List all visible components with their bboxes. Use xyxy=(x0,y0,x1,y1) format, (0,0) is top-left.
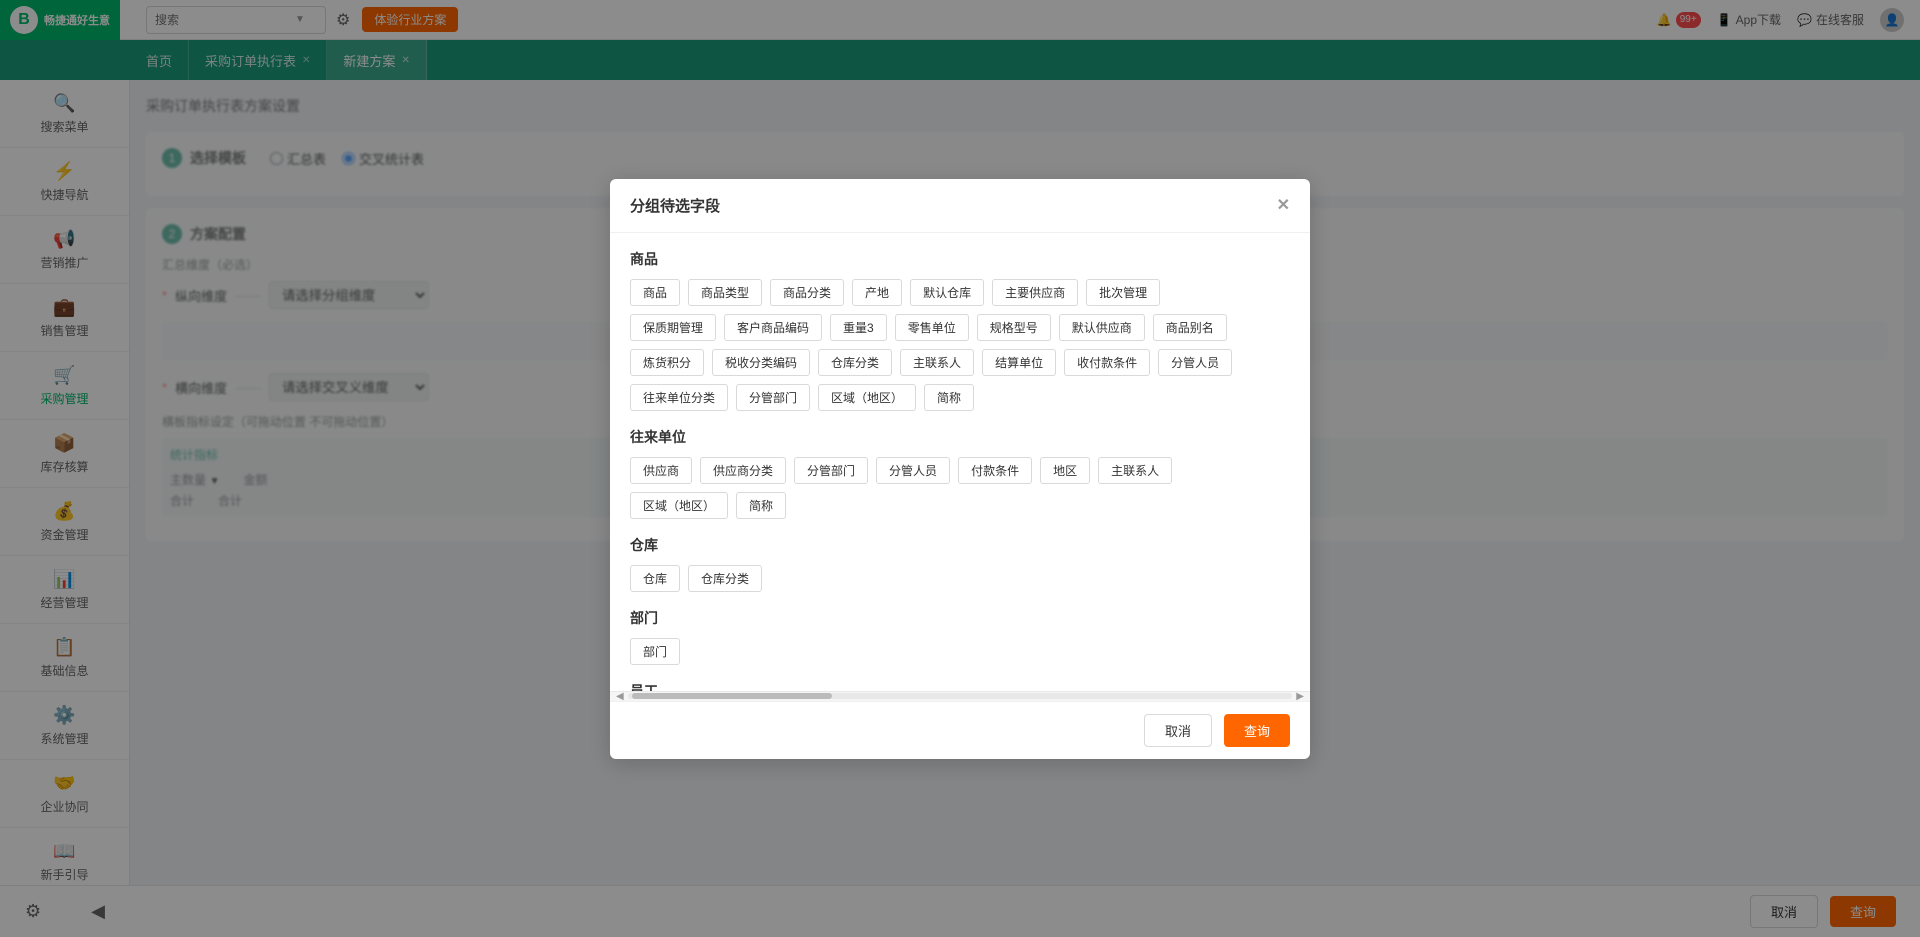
field-spec-model[interactable]: 规格型号 xyxy=(977,314,1051,341)
modal-cancel-btn[interactable]: 取消 xyxy=(1144,714,1212,747)
field-payment-terms[interactable]: 收付款条件 xyxy=(1064,349,1150,376)
h-scroll-track xyxy=(628,693,1293,699)
field-person-in-charge[interactable]: 分管人员 xyxy=(1158,349,1232,376)
section-goods-fields-3: 炼货积分 税收分类编码 仓库分类 主联系人 结算单位 收付款条件 分管人员 xyxy=(630,349,1290,376)
field-warehouse[interactable]: 仓库 xyxy=(630,565,680,592)
section-counterpart-title: 往来单位 xyxy=(630,427,1290,447)
section-dept-title: 部门 xyxy=(630,608,1290,628)
section-goods-fields-2: 保质期管理 客户商品编码 重量3 零售单位 规格型号 默认供应商 商品别名 xyxy=(630,314,1290,341)
modal-footer: 取消 查询 xyxy=(610,701,1310,759)
section-goods-title: 商品 xyxy=(630,249,1290,269)
field-retail-unit[interactable]: 零售单位 xyxy=(895,314,969,341)
field-origin[interactable]: 产地 xyxy=(852,279,902,306)
field-supplier[interactable]: 供应商 xyxy=(630,457,692,484)
field-supplier-category[interactable]: 供应商分类 xyxy=(700,457,786,484)
modal-confirm-btn[interactable]: 查询 xyxy=(1224,714,1290,747)
field-person-manage[interactable]: 分管人员 xyxy=(876,457,950,484)
section-employee-title: 员工 xyxy=(630,681,1290,691)
field-main-supplier[interactable]: 主要供应商 xyxy=(992,279,1078,306)
field-expiry-mgmt[interactable]: 保质期管理 xyxy=(630,314,716,341)
field-counterpart-category[interactable]: 往来单位分类 xyxy=(630,384,728,411)
field-goods[interactable]: 商品 xyxy=(630,279,680,306)
field-goods-type[interactable]: 商品类型 xyxy=(688,279,762,306)
h-scroll-thumb[interactable] xyxy=(632,693,832,699)
field-customer-code[interactable]: 客户商品编码 xyxy=(724,314,822,341)
field-goods-alias[interactable]: 商品别名 xyxy=(1153,314,1227,341)
field-short-name-2[interactable]: 简称 xyxy=(736,492,786,519)
field-main-contact[interactable]: 主联系人 xyxy=(900,349,974,376)
field-short-name[interactable]: 简称 xyxy=(924,384,974,411)
modal-header: 分组待选字段 ✕ xyxy=(610,179,1310,233)
field-settlement-unit[interactable]: 结算单位 xyxy=(982,349,1056,376)
field-default-supplier[interactable]: 默认供应商 xyxy=(1059,314,1145,341)
field-main-contact-2[interactable]: 主联系人 xyxy=(1098,457,1172,484)
field-payment-cond[interactable]: 付款条件 xyxy=(958,457,1032,484)
field-region-area[interactable]: 区域（地区） xyxy=(818,384,916,411)
field-dept-in-charge[interactable]: 分管部门 xyxy=(736,384,810,411)
field-region[interactable]: 地区 xyxy=(1040,457,1090,484)
modal-horizontal-scrollbar[interactable]: ◀ ▶ xyxy=(610,691,1310,701)
field-weight3[interactable]: 重量3 xyxy=(830,314,887,341)
section-goods-fields-4: 往来单位分类 分管部门 区域（地区） 简称 xyxy=(630,384,1290,411)
section-dept-fields: 部门 xyxy=(630,638,1290,665)
section-counterpart-fields: 供应商 供应商分类 分管部门 分管人员 付款条件 地区 主联系人 xyxy=(630,457,1290,484)
field-dept[interactable]: 部门 xyxy=(630,638,680,665)
field-goods-category[interactable]: 商品分类 xyxy=(770,279,844,306)
field-batch-mgmt[interactable]: 批次管理 xyxy=(1086,279,1160,306)
field-select-modal: 分组待选字段 ✕ 商品 商品 商品类型 商品分类 产地 默认仓库 主要供应商 批… xyxy=(610,179,1310,759)
section-counterpart-fields-2: 区域（地区） 简称 xyxy=(630,492,1290,519)
section-warehouse-fields: 仓库 仓库分类 xyxy=(630,565,1290,592)
section-warehouse-title: 仓库 xyxy=(630,535,1290,555)
section-goods-fields: 商品 商品类型 商品分类 产地 默认仓库 主要供应商 批次管理 xyxy=(630,279,1290,306)
modal-body: 商品 商品 商品类型 商品分类 产地 默认仓库 主要供应商 批次管理 保质期管理… xyxy=(610,233,1310,691)
field-region-area-2[interactable]: 区域（地区） xyxy=(630,492,728,519)
modal-close-btn[interactable]: ✕ xyxy=(1277,195,1290,215)
field-default-warehouse[interactable]: 默认仓库 xyxy=(910,279,984,306)
field-dept-manage[interactable]: 分管部门 xyxy=(794,457,868,484)
field-warehouse-cat[interactable]: 仓库分类 xyxy=(688,565,762,592)
field-warehouse-category[interactable]: 仓库分类 xyxy=(818,349,892,376)
field-refine-points[interactable]: 炼货积分 xyxy=(630,349,704,376)
field-tax-code[interactable]: 税收分类编码 xyxy=(712,349,810,376)
modal-title: 分组待选字段 xyxy=(630,195,720,216)
